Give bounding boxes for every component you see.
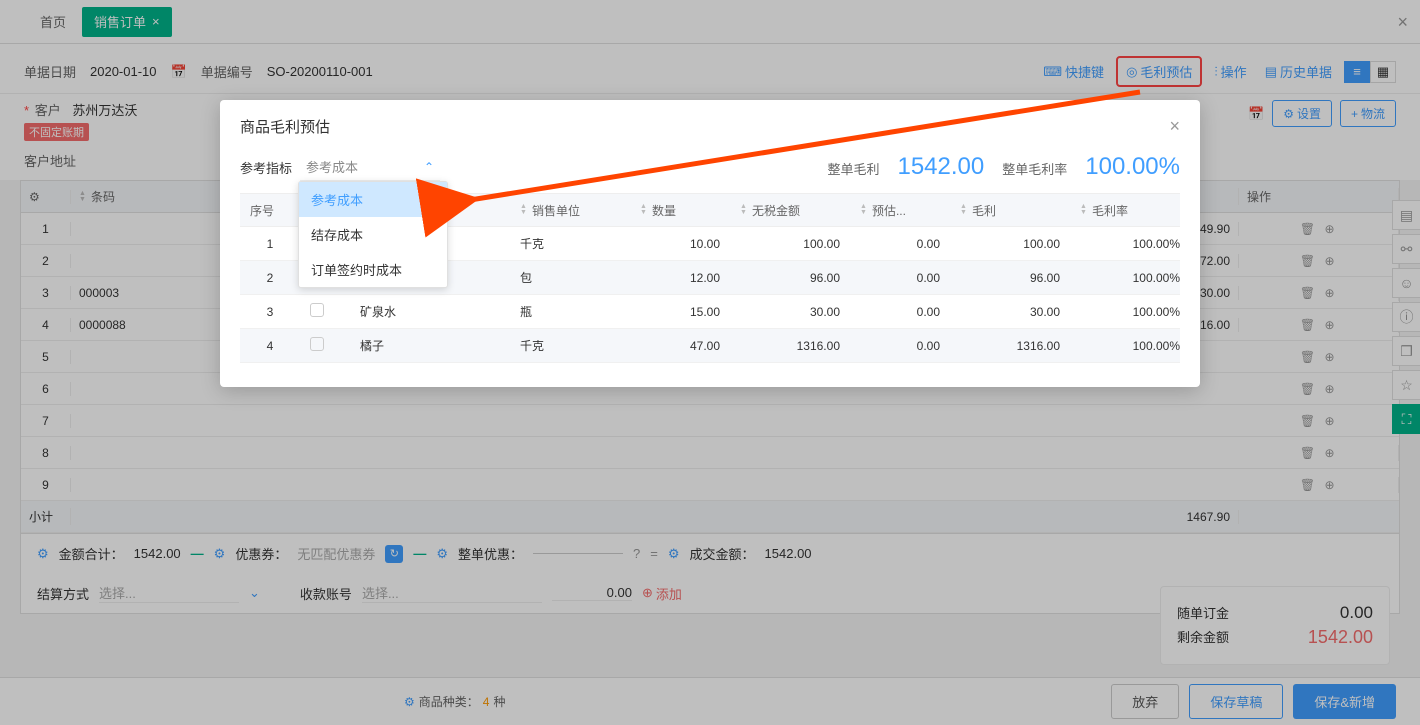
row-profit: 1316.00 xyxy=(950,339,1070,353)
modal-body: 参考指标 参考成本 ⌃ 参考成本 结存成本 订单签约时成本 整单毛利 1542.… xyxy=(220,153,1200,387)
row-rate: 100.00% xyxy=(1070,339,1190,353)
row-profit: 30.00 xyxy=(950,305,1070,319)
ref-value: 参考成本 xyxy=(306,157,358,176)
row-est: 0.00 xyxy=(850,339,950,353)
total-profit-label: 整单毛利 xyxy=(827,159,879,178)
col-unit[interactable]: ▲▼销售单位 xyxy=(510,202,630,219)
row-est: 0.00 xyxy=(850,271,950,285)
col-rate[interactable]: ▲▼毛利率 xyxy=(1070,202,1190,219)
total-profit-value: 1542.00 xyxy=(897,153,984,181)
row-name: 橘子 xyxy=(350,337,510,354)
row-rate: 100.00% xyxy=(1070,237,1190,251)
row-qty: 15.00 xyxy=(630,305,730,319)
close-icon[interactable]: × xyxy=(1169,116,1180,137)
row-est: 0.00 xyxy=(850,237,950,251)
row-amt: 100.00 xyxy=(730,237,850,251)
table-row[interactable]: 4橘子千克47.001316.000.001316.00100.00% xyxy=(240,329,1180,363)
col-qty[interactable]: ▲▼数量 xyxy=(630,202,730,219)
row-seq: 1 xyxy=(240,237,300,251)
filter-row: 参考指标 参考成本 ⌃ 参考成本 结存成本 订单签约时成本 整单毛利 1542.… xyxy=(240,153,1180,181)
row-profit: 100.00 xyxy=(950,237,1070,251)
row-profit: 96.00 xyxy=(950,271,1070,285)
row-qty: 10.00 xyxy=(630,237,730,251)
ref-dropdown: 参考成本 结存成本 订单签约时成本 xyxy=(298,181,448,288)
ref-select[interactable]: 参考成本 ⌃ xyxy=(300,153,440,181)
profit-modal: 商品毛利预估 × 参考指标 参考成本 ⌃ 参考成本 结存成本 订单签约时成本 整… xyxy=(220,100,1200,387)
col-profit[interactable]: ▲▼毛利 xyxy=(950,202,1070,219)
row-amt: 96.00 xyxy=(730,271,850,285)
row-unit: 千克 xyxy=(510,235,630,252)
dropdown-option[interactable]: 参考成本 xyxy=(299,182,447,217)
col-est[interactable]: ▲▼预估... xyxy=(850,202,950,219)
row-unit: 瓶 xyxy=(510,303,630,320)
row-unit: 包 xyxy=(510,269,630,286)
row-check[interactable] xyxy=(300,303,350,320)
ref-label: 参考指标 xyxy=(240,158,292,177)
modal-header: 商品毛利预估 × xyxy=(220,100,1200,153)
total-rate-label: 整单毛利率 xyxy=(1002,159,1067,178)
row-qty: 47.00 xyxy=(630,339,730,353)
row-check[interactable] xyxy=(300,337,350,354)
dropdown-option[interactable]: 订单签约时成本 xyxy=(299,252,447,287)
row-seq: 4 xyxy=(240,339,300,353)
col-seq[interactable]: 序号 xyxy=(240,202,300,219)
table-row[interactable]: 3矿泉水瓶15.0030.000.0030.00100.00% xyxy=(240,295,1180,329)
dropdown-option[interactable]: 结存成本 xyxy=(299,217,447,252)
row-est: 0.00 xyxy=(850,305,950,319)
modal-title: 商品毛利预估 xyxy=(240,116,330,137)
row-rate: 100.00% xyxy=(1070,305,1190,319)
total-rate-value: 100.00% xyxy=(1085,153,1180,181)
row-qty: 12.00 xyxy=(630,271,730,285)
col-amt[interactable]: ▲▼无税金额 xyxy=(730,202,850,219)
row-seq: 2 xyxy=(240,271,300,285)
row-name: 矿泉水 xyxy=(350,303,510,320)
row-rate: 100.00% xyxy=(1070,271,1190,285)
row-seq: 3 xyxy=(240,305,300,319)
chevron-up-icon: ⌃ xyxy=(424,160,434,174)
row-unit: 千克 xyxy=(510,337,630,354)
row-amt: 1316.00 xyxy=(730,339,850,353)
modal-mask: 商品毛利预估 × 参考指标 参考成本 ⌃ 参考成本 结存成本 订单签约时成本 整… xyxy=(0,0,1420,725)
stats-right: 整单毛利 1542.00 整单毛利率 100.00% xyxy=(827,153,1180,181)
row-amt: 30.00 xyxy=(730,305,850,319)
